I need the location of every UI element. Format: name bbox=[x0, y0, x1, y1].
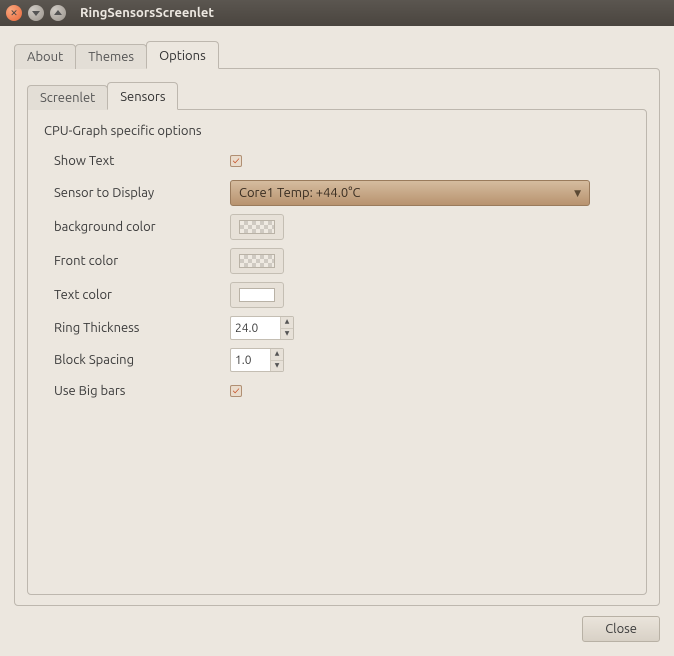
row-block-spacing: Block Spacing 1.0 ▲ ▼ bbox=[44, 348, 630, 372]
color-swatch-background bbox=[239, 220, 275, 234]
window-maximize-icon[interactable] bbox=[50, 5, 66, 21]
close-button[interactable]: Close bbox=[582, 616, 660, 642]
row-ring-thickness: Ring Thickness 24.0 ▲ ▼ bbox=[44, 316, 630, 340]
window-close-icon[interactable]: ✕ bbox=[6, 5, 22, 21]
spinner-block-spacing-value[interactable]: 1.0 bbox=[231, 349, 270, 371]
label-bg-color: background color bbox=[44, 220, 230, 234]
color-swatch-front bbox=[239, 254, 275, 268]
main-tab-strip: About Themes Options bbox=[14, 41, 660, 69]
spinner-ring-thickness-value[interactable]: 24.0 bbox=[231, 317, 280, 339]
checkbox-show-text[interactable]: ✓ bbox=[230, 155, 242, 167]
color-button-front[interactable] bbox=[230, 248, 284, 274]
checkbox-big-bars[interactable]: ✓ bbox=[230, 385, 242, 397]
window-minimize-icon[interactable] bbox=[28, 5, 44, 21]
dropdown-sensor-value: Core1 Temp: +44.0°C bbox=[239, 186, 360, 200]
dropdown-sensor[interactable]: Core1 Temp: +44.0°C ▼ bbox=[230, 180, 590, 206]
sensors-panel: CPU-Graph specific options Show Text ✓ S… bbox=[27, 109, 647, 595]
row-text-color: Text color bbox=[44, 282, 630, 308]
row-show-text: Show Text ✓ bbox=[44, 150, 630, 172]
tab-themes[interactable]: Themes bbox=[75, 44, 147, 69]
window-body: About Themes Options Screenlet Sensors C… bbox=[0, 26, 674, 656]
label-big-bars: Use Big bars bbox=[44, 384, 230, 398]
inner-tab-strip: Screenlet Sensors bbox=[27, 82, 647, 110]
row-front-color: Front color bbox=[44, 248, 630, 274]
color-button-background[interactable] bbox=[230, 214, 284, 240]
tab-about[interactable]: About bbox=[14, 44, 76, 69]
label-text-color: Text color bbox=[44, 288, 230, 302]
chevron-down-icon: ▼ bbox=[574, 188, 581, 199]
color-button-text[interactable] bbox=[230, 282, 284, 308]
tab-screenlet[interactable]: Screenlet bbox=[27, 85, 108, 110]
footer: Close bbox=[14, 606, 660, 642]
row-sensor: Sensor to Display Core1 Temp: +44.0°C ▼ bbox=[44, 180, 630, 206]
row-big-bars: Use Big bars ✓ bbox=[44, 380, 630, 402]
label-sensor: Sensor to Display bbox=[44, 186, 230, 200]
options-panel: Screenlet Sensors CPU-Graph specific opt… bbox=[14, 68, 660, 606]
section-title: CPU-Graph specific options bbox=[44, 124, 630, 138]
color-swatch-text bbox=[239, 288, 275, 302]
label-front-color: Front color bbox=[44, 254, 230, 268]
spinner-ring-thickness[interactable]: 24.0 ▲ ▼ bbox=[230, 316, 294, 340]
spinner-up-icon[interactable]: ▲ bbox=[281, 317, 293, 329]
window-title: RingSensorsScreenlet bbox=[80, 6, 214, 20]
spinner-down-icon[interactable]: ▼ bbox=[271, 361, 283, 372]
label-block-spacing: Block Spacing bbox=[44, 353, 230, 367]
label-ring-thickness: Ring Thickness bbox=[44, 321, 230, 335]
label-show-text: Show Text bbox=[44, 154, 230, 168]
tab-sensors[interactable]: Sensors bbox=[107, 82, 178, 110]
titlebar: ✕ RingSensorsScreenlet bbox=[0, 0, 674, 26]
tab-options[interactable]: Options bbox=[146, 41, 219, 69]
spinner-up-icon[interactable]: ▲ bbox=[271, 349, 283, 361]
row-bg-color: background color bbox=[44, 214, 630, 240]
spinner-down-icon[interactable]: ▼ bbox=[281, 329, 293, 340]
spinner-block-spacing[interactable]: 1.0 ▲ ▼ bbox=[230, 348, 284, 372]
